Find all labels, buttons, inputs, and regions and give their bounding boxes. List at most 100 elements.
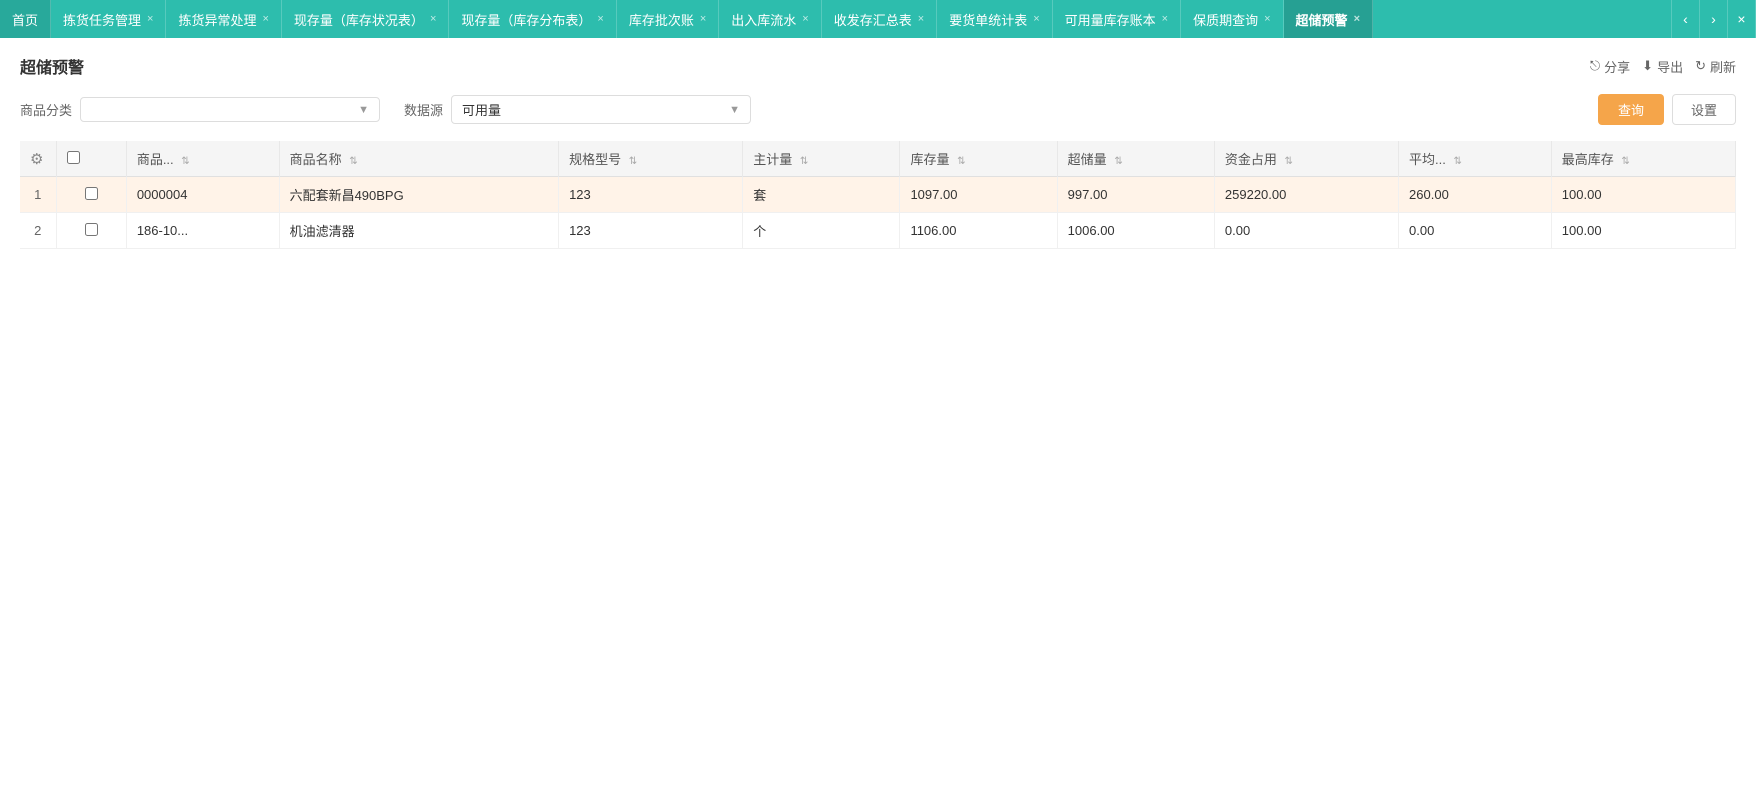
category-value [91, 102, 95, 117]
topbar-item-3[interactable]: 现存量（库存状况表） × [282, 0, 449, 38]
row-max-stock-0: 100.00 [1551, 177, 1735, 213]
topbar-item-close-4[interactable]: × [597, 13, 603, 25]
topbar-item-close-6[interactable]: × [802, 13, 808, 25]
row-overstock-0: 997.00 [1057, 177, 1214, 213]
topbar-item-4[interactable]: 现存量（库存分布表） × [449, 0, 616, 38]
row-overstock-1: 1006.00 [1057, 213, 1214, 249]
topbar-item-5[interactable]: 库存批次账× [617, 0, 719, 38]
sort-avg-icon[interactable]: ⇅ [1454, 156, 1462, 167]
topbar-item-close-3[interactable]: × [430, 13, 436, 25]
filter-bar: 商品分类 ▼ 数据源 可用量 ▼ 查询 设置 [20, 94, 1736, 125]
topbar-item-close-11[interactable]: × [1354, 13, 1360, 25]
topbar-item-close-8[interactable]: × [1033, 13, 1039, 25]
category-select[interactable]: ▼ [80, 97, 380, 122]
topbar-item-close-1[interactable]: × [147, 13, 153, 25]
topbar-item-11[interactable]: 超储预警× [1284, 0, 1373, 38]
row-product-name-1: 机油滤清器 [279, 213, 559, 249]
export-action[interactable]: ⬇ 导出 [1642, 57, 1683, 76]
query-button[interactable]: 查询 [1598, 94, 1664, 125]
row-checkbox-cell-1[interactable] [56, 213, 126, 249]
sort-spec-icon[interactable]: ⇅ [629, 156, 637, 167]
settings-button[interactable]: 设置 [1672, 94, 1736, 125]
sort-unit-icon[interactable]: ⇅ [800, 156, 808, 167]
datasource-value: 可用量 [462, 100, 501, 119]
row-spec-1: 123 [559, 213, 743, 249]
topbar-item-label-4: 现存量（库存分布表） [461, 10, 591, 29]
sort-stock-icon[interactable]: ⇅ [957, 156, 965, 167]
category-label: 商品分类 [20, 100, 72, 119]
col-unit: 主计量 ⇅ [743, 141, 900, 177]
row-unit-0: 套 [743, 177, 900, 213]
table-row: 1 0000004 六配套新昌490BPG 123 套 1097.00 997.… [20, 177, 1736, 213]
page-actions: ⎋ 分享 ⬇ 导出 ↻ 刷新 [1590, 57, 1736, 76]
sort-product-name-icon[interactable]: ⇅ [349, 156, 357, 167]
topbar-item-label-8: 要货单统计表 [949, 10, 1027, 29]
topbar-item-label-10: 保质期查询 [1193, 10, 1258, 29]
topbar-nav-arrows: ‹ › × [1671, 0, 1756, 38]
datasource-chevron-icon: ▼ [729, 104, 740, 116]
row-product-code-1: 186-10... [126, 213, 279, 249]
table-row: 2 186-10... 机油滤清器 123 个 1106.00 1006.00 … [20, 213, 1736, 249]
topbar-next-arrow[interactable]: › [1700, 0, 1728, 38]
row-unit-1: 个 [743, 213, 900, 249]
export-icon: ⬇ [1642, 58, 1653, 74]
data-table: ⚙ 商品... ⇅ 商品名称 ⇅ 规格型号 ⇅ 主计量 [20, 141, 1736, 249]
col-stock: 库存量 ⇅ [900, 141, 1057, 177]
row-stock-0: 1097.00 [900, 177, 1057, 213]
topbar-item-1[interactable]: 拣货任务管理 × [51, 0, 166, 38]
sort-max-stock-icon[interactable]: ⇅ [1621, 156, 1629, 167]
topbar-item-close-9[interactable]: × [1162, 13, 1168, 25]
topbar-item-7[interactable]: 收发存汇总表× [822, 0, 937, 38]
main-content: 超储预警 ⎋ 分享 ⬇ 导出 ↻ 刷新 商品分类 ▼ 数据源 [0, 38, 1756, 800]
row-avg-1: 0.00 [1399, 213, 1552, 249]
refresh-icon: ↻ [1695, 58, 1706, 74]
topbar-close-arrow[interactable]: × [1728, 0, 1756, 38]
topbar: 首页拣货任务管理×拣货异常处理×现存量（库存状况表）×现存量（库存分布表）×库存… [0, 0, 1756, 38]
row-avg-0: 260.00 [1399, 177, 1552, 213]
share-icon: ⎋ [1590, 58, 1600, 74]
col-capital: 资金占用 ⇅ [1214, 141, 1398, 177]
topbar-item-10[interactable]: 保质期查询 × [1181, 0, 1283, 38]
col-product-name: 商品名称 ⇅ [279, 141, 559, 177]
row-checkbox-1[interactable] [85, 223, 98, 236]
sort-overstock-icon[interactable]: ⇅ [1114, 156, 1122, 167]
refresh-action[interactable]: ↻ 刷新 [1695, 57, 1736, 76]
topbar-item-9[interactable]: 可用量库存账本× [1053, 0, 1181, 38]
topbar-item-0[interactable]: 首页 [0, 0, 51, 38]
datasource-label: 数据源 [404, 100, 443, 119]
topbar-item-2[interactable]: 拣货异常处理 × [166, 0, 281, 38]
gear-icon[interactable]: ⚙ [30, 151, 43, 168]
checkbox-header[interactable] [56, 141, 126, 177]
topbar-item-6[interactable]: 出入库流水× [719, 0, 821, 38]
select-all-checkbox[interactable] [67, 151, 80, 164]
col-avg: 平均... ⇅ [1399, 141, 1552, 177]
topbar-item-label-3: 现存量（库存状况表） [294, 10, 424, 29]
row-index-0: 1 [20, 177, 56, 213]
row-capital-1: 0.00 [1214, 213, 1398, 249]
row-checkbox-cell-0[interactable] [56, 177, 126, 213]
topbar-item-close-2[interactable]: × [262, 13, 268, 25]
row-product-name-0: 六配套新昌490BPG [279, 177, 559, 213]
gear-header[interactable]: ⚙ [20, 141, 56, 177]
page-header: 超储预警 ⎋ 分享 ⬇ 导出 ↻ 刷新 [20, 54, 1736, 78]
row-product-code-0: 0000004 [126, 177, 279, 213]
row-capital-0: 259220.00 [1214, 177, 1398, 213]
topbar-item-label-1: 拣货任务管理 [63, 10, 141, 29]
filter-buttons: 查询 设置 [1598, 94, 1736, 125]
topbar-item-close-5[interactable]: × [700, 13, 706, 25]
sort-product-code-icon[interactable]: ⇅ [181, 156, 189, 167]
row-index-1: 2 [20, 213, 56, 249]
row-stock-1: 1106.00 [900, 213, 1057, 249]
datasource-select[interactable]: 可用量 ▼ [451, 95, 751, 124]
share-action[interactable]: ⎋ 分享 [1590, 57, 1630, 76]
category-chevron-icon: ▼ [358, 104, 369, 116]
topbar-item-close-7[interactable]: × [918, 13, 924, 25]
topbar-item-8[interactable]: 要货单统计表 × [937, 0, 1052, 38]
row-checkbox-0[interactable] [85, 187, 98, 200]
topbar-item-label-2: 拣货异常处理 [178, 10, 256, 29]
topbar-item-label-0: 首页 [12, 10, 38, 29]
topbar-prev-arrow[interactable]: ‹ [1672, 0, 1700, 38]
topbar-item-close-10[interactable]: × [1264, 13, 1270, 25]
sort-capital-icon[interactable]: ⇅ [1285, 156, 1293, 167]
row-spec-0: 123 [559, 177, 743, 213]
